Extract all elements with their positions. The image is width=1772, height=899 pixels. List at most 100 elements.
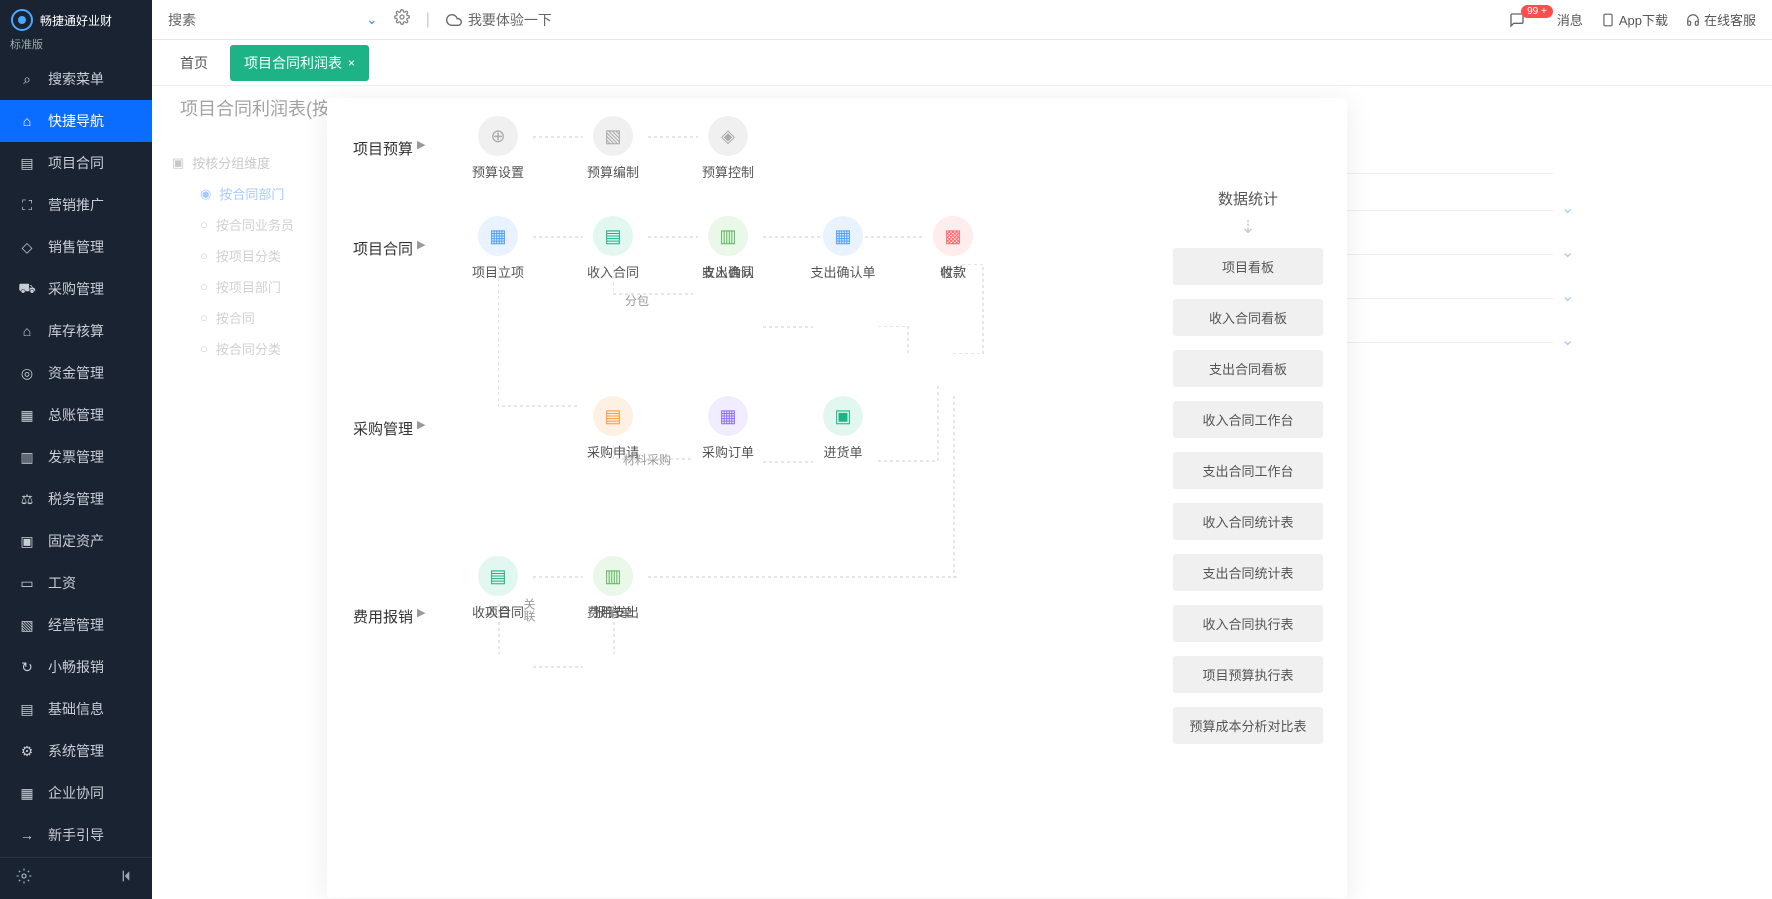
section-label[interactable]: 项目合同▶ (353, 216, 453, 396)
pay-icon: ▩ (933, 216, 973, 256)
text-input[interactable]: — (1323, 154, 1553, 174)
sidebar-item-label: 基础信息 (48, 699, 104, 719)
sidebar-item-asset[interactable]: ▣固定资产 (0, 520, 152, 562)
sidebar-footer (0, 857, 152, 899)
sidebar-item-label: 新手引导 (48, 825, 104, 845)
topbar: 搜素 ⌄ | 我要体验一下 99 + 消息 App下载 在线客服 (152, 0, 1772, 40)
sidebar-item-invoice[interactable]: ▥发票管理 (0, 436, 152, 478)
sidebar-item-sys[interactable]: ⚙ 系统管理 (0, 730, 152, 772)
sidebar-item-search[interactable]: ⌕搜索菜单 (0, 58, 152, 100)
sidebar-item-label: 系统管理 (48, 741, 104, 761)
phone-icon (1601, 13, 1615, 27)
sidebar-item-info[interactable]: ▤基础信息 (0, 688, 152, 730)
stats-link[interactable]: 项目看板 (1173, 248, 1323, 285)
node-expense-contract[interactable]: ▥支出合同 (693, 216, 763, 281)
node-budget-compile[interactable]: ▧预算编制 (578, 116, 648, 181)
sidebar-item-label: 销售管理 (48, 237, 104, 257)
sidebar-item-biz[interactable]: ▧经营管理 (0, 604, 152, 646)
guide-icon: → (18, 826, 36, 844)
house-icon: ⌂ (18, 322, 36, 340)
ledger-icon: ▦ (18, 406, 36, 424)
sidebar-item-label: 营销推广 (48, 195, 104, 215)
stats-link[interactable]: 预算成本分析对比表 (1173, 707, 1323, 744)
stats-link[interactable]: 收入合同看板 (1173, 299, 1323, 336)
node-purchase-order[interactable]: ▦采购订单 (693, 396, 763, 461)
sidebar-item-label: 搜索菜单 (48, 69, 104, 89)
sidebar-item-label: 税务管理 (48, 489, 104, 509)
section-label[interactable]: 项目预算▶ (353, 116, 453, 196)
sidebar-item-label: 小畅报销 (48, 657, 104, 677)
sidebar-item-gift[interactable]: ⛶营销推广 (0, 184, 152, 226)
messages-button[interactable]: 99 + 消息 (1509, 10, 1583, 29)
radio-icon: ○ (200, 279, 208, 294)
select-input[interactable]: ⌄ (1323, 286, 1574, 306)
select-input[interactable]: ⌄ (1323, 198, 1574, 218)
stats-link[interactable]: 项目预算执行表 (1173, 656, 1323, 693)
ent-icon: ▦ (18, 784, 36, 802)
node-budget-control[interactable]: ◈预算控制 (693, 116, 763, 181)
collapse-sidebar-icon[interactable] (120, 868, 136, 889)
select-input[interactable]: ⌄ (1323, 242, 1574, 262)
cube-icon: ◇ (18, 238, 36, 256)
confirm-icon: ▦ (823, 216, 863, 256)
salary-icon: ▭ (18, 574, 36, 592)
chevron-down-icon: ⌄ (1561, 330, 1574, 350)
coin-icon: ◎ (18, 364, 36, 382)
sidebar-item-coin[interactable]: ◎资金管理 (0, 352, 152, 394)
stats-link[interactable]: 收入合同工作台 (1173, 401, 1323, 438)
cloud-icon (446, 12, 462, 28)
try-button[interactable]: 我要体验一下 (446, 10, 552, 30)
node-income-contract-2[interactable]: ▤收入合同 (463, 556, 533, 621)
sidebar-item-salary[interactable]: ▭工资 (0, 562, 152, 604)
section-label[interactable]: 费用报销▶ (353, 556, 453, 726)
sidebar-item-guide[interactable]: → 新手引导 (0, 814, 152, 856)
sidebar-item-doc[interactable]: ▤项目合同 (0, 142, 152, 184)
sidebar-item-ledger[interactable]: ▦ 总账管理 (0, 394, 152, 436)
order-icon: ▦ (708, 396, 748, 436)
node-budget-setting[interactable]: ⊕预算设置 (463, 116, 533, 181)
sidebar-item-tax[interactable]: ⚖ 税务管理 (0, 478, 152, 520)
select-input[interactable]: ⌄ (1323, 330, 1574, 350)
chevron-down-icon: ⌄ (1561, 242, 1574, 262)
node-reimburse[interactable]: ▥报销单 (578, 556, 648, 621)
sidebar-item-label: 采购管理 (48, 279, 104, 299)
chevron-right-icon: ▶ (417, 418, 425, 431)
sidebar-item-cart[interactable]: ⛟ 采购管理 (0, 268, 152, 310)
download-button[interactable]: App下载 (1601, 10, 1668, 29)
sidebar-item-compass[interactable]: ⌂快捷导航 (0, 100, 152, 142)
stats-link[interactable]: 支出合同统计表 (1173, 554, 1323, 591)
gear-icon[interactable] (394, 9, 410, 30)
stats-title: 数据统计 (1173, 188, 1323, 209)
service-button[interactable]: 在线客服 (1686, 10, 1756, 29)
nav: ⌕搜索菜单⌂快捷导航▤项目合同⛶营销推广◇销售管理⛟采购管理⌂库存核算◎资金管理… (0, 58, 152, 857)
biz-icon: ▧ (18, 616, 36, 634)
sidebar-item-cube[interactable]: ◇ 销售管理 (0, 226, 152, 268)
invoice-icon: ▥ (18, 448, 36, 466)
stats-link[interactable]: 收入合同执行表 (1173, 605, 1323, 642)
node-expense-confirm[interactable]: ▦支出确认单 (808, 216, 878, 281)
stats-link[interactable]: 支出合同工作台 (1173, 452, 1323, 489)
radio-icon: ◉ (200, 186, 211, 202)
node-goods-in[interactable]: ▣进货单 (808, 396, 878, 461)
tab-项目合同利润表[interactable]: 项目合同利润表× (230, 45, 369, 81)
stats-link[interactable]: 支出合同看板 (1173, 350, 1323, 387)
sidebar-item-label: 快捷导航 (48, 111, 104, 131)
sidebar-item-label: 项目合同 (48, 153, 104, 173)
sidebar-item-report[interactable]: ↻小畅报销 (0, 646, 152, 688)
sidebar-item-house[interactable]: ⌂库存核算 (0, 310, 152, 352)
search-mode-select[interactable]: 搜素 ⌄ (168, 10, 378, 30)
sidebar-item-ent[interactable]: ▦企业协同 (0, 772, 152, 814)
cart-icon: ⛟ (18, 280, 36, 298)
close-icon[interactable]: × (348, 56, 355, 70)
sidebar-item-label: 总账管理 (48, 405, 104, 425)
headset-icon (1686, 13, 1700, 27)
tabbar: 首页项目合同利润表× (152, 40, 1772, 86)
gear-icon[interactable] (16, 868, 32, 889)
chevron-down-icon: ⌄ (1561, 198, 1574, 218)
search-mode-label: 搜素 (168, 10, 196, 30)
tab-首页[interactable]: 首页 (166, 45, 222, 81)
sys-icon: ⚙ (18, 742, 36, 760)
tax-icon: ⚖ (18, 490, 36, 508)
section-label[interactable]: 采购管理▶ (353, 396, 453, 526)
stats-link[interactable]: 收入合同统计表 (1173, 503, 1323, 540)
